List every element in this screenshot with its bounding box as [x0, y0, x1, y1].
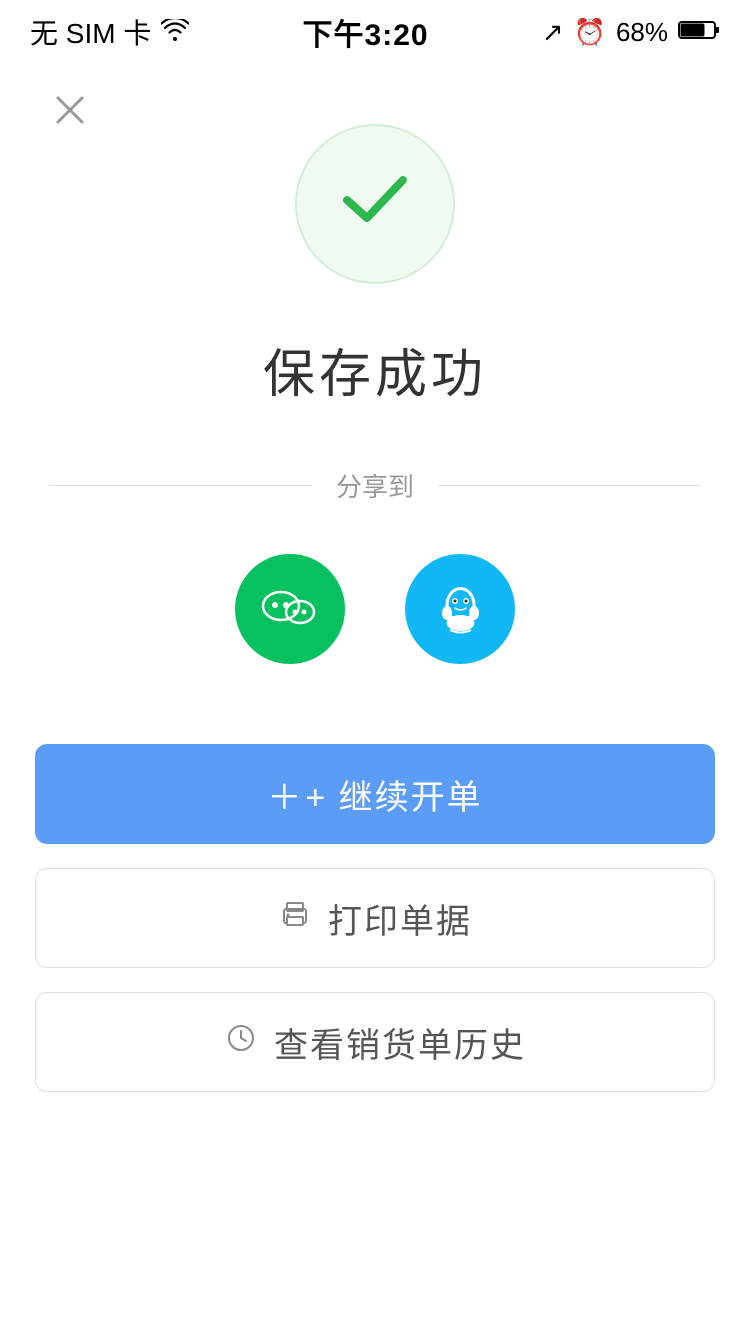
location-icon: ↗ [542, 17, 564, 48]
close-button[interactable] [40, 80, 100, 140]
continue-label: + 继续开单 [305, 770, 482, 819]
battery-percent: 68% [616, 17, 668, 48]
action-buttons: ＋ + 继续开单 打印单据 查看销货单历史 [35, 744, 715, 1092]
status-left: 无 SIM 卡 [30, 12, 189, 52]
sim-text: 无 SIM 卡 [30, 12, 151, 52]
share-divider: 分享到 [0, 467, 750, 504]
plus-icon: ＋ [267, 770, 303, 819]
status-right: ↗ ⏰ 68% [542, 17, 720, 48]
success-title: 保存成功 [263, 332, 487, 407]
status-bar: 无 SIM 卡 下午3:20 ↗ ⏰ 68% [0, 0, 750, 64]
history-button[interactable]: 查看销货单历史 [35, 992, 715, 1092]
history-label: 查看销货单历史 [274, 1018, 526, 1067]
checkmark-icon [335, 158, 415, 251]
continue-button[interactable]: ＋ + 继续开单 [35, 744, 715, 844]
wifi-icon [161, 16, 189, 48]
wechat-share-button[interactable] [235, 554, 345, 664]
success-indicator [295, 124, 455, 284]
battery-icon [678, 17, 720, 48]
print-label: 打印单据 [328, 894, 472, 943]
history-icon [224, 1021, 258, 1064]
print-icon [278, 897, 312, 940]
time-display: 下午3:20 [303, 10, 429, 54]
qq-share-button[interactable] [405, 554, 515, 664]
share-label: 分享到 [312, 467, 438, 504]
alarm-icon: ⏰ [574, 17, 606, 48]
main-content: 保存成功 分享到 [0, 64, 750, 1092]
share-icons-container [235, 554, 515, 664]
print-button[interactable]: 打印单据 [35, 868, 715, 968]
